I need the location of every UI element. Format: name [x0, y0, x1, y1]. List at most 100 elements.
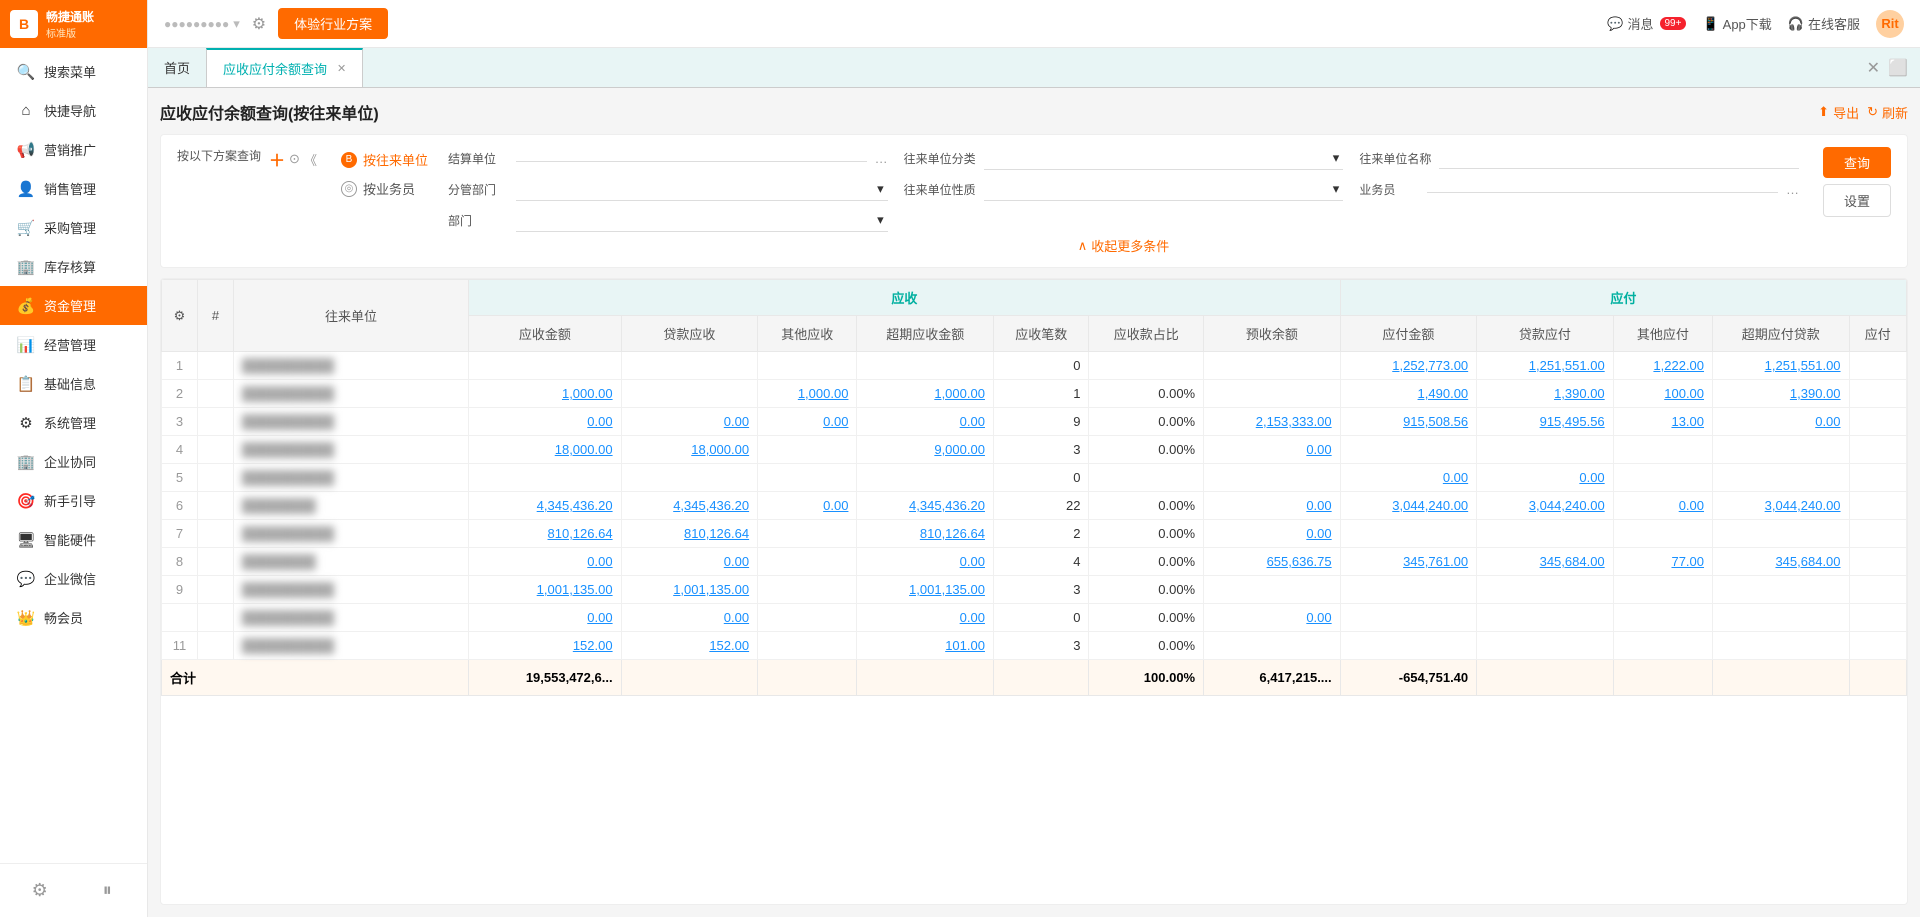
cell-loan_recv[interactable]: 152.00: [621, 632, 758, 660]
sidebar-item-wechat[interactable]: 💬企业微信: [0, 559, 147, 598]
tab-balance[interactable]: 应收应付余额查询 ✕: [206, 48, 363, 87]
cell-recv_amount[interactable]: 810,126.64: [469, 520, 621, 548]
cell-overdue_recv[interactable]: 0.00: [857, 604, 994, 632]
cell-link-other_pay[interactable]: 77.00: [1671, 554, 1704, 569]
cell-link-other_recv[interactable]: 1,000.00: [798, 386, 849, 401]
sidebar-item-finance[interactable]: 💰资金管理: [0, 286, 147, 325]
sidebar-item-marketing[interactable]: 📢营销推广: [0, 130, 147, 169]
cell-link-loan_recv[interactable]: 0.00: [724, 610, 749, 625]
gear-icon[interactable]: ⚙: [252, 14, 266, 34]
cell-recv_amount[interactable]: 0.00: [469, 604, 621, 632]
sidebar-item-hardware[interactable]: 🖥智能硬件: [0, 520, 147, 559]
unit-category-select[interactable]: ▾: [984, 147, 1344, 170]
cell-link-overdue_recv[interactable]: 0.00: [960, 554, 985, 569]
cell-link-recv_amount[interactable]: 0.00: [587, 610, 612, 625]
cell-link-loan_pay[interactable]: 1,390.00: [1554, 386, 1605, 401]
dept-manage-select[interactable]: ▾: [516, 178, 888, 201]
cell-link-other_recv[interactable]: 0.00: [823, 498, 848, 513]
cell-overdue_pay[interactable]: 1,251,551.00: [1713, 352, 1850, 380]
unit-nature-select[interactable]: ▾: [984, 178, 1344, 201]
salesman-dots[interactable]: …: [1786, 182, 1799, 197]
cell-recv_amount[interactable]: 1,001,135.00: [469, 576, 621, 604]
cell-link-loan_recv[interactable]: 810,126.64: [684, 526, 749, 541]
cell-pay_amount[interactable]: 915,508.56: [1340, 408, 1477, 436]
cell-link-recv_amount[interactable]: 1,000.00: [562, 386, 613, 401]
sidebar-item-purchase[interactable]: 🛒采购管理: [0, 208, 147, 247]
cell-loan_recv[interactable]: 1,001,135.00: [621, 576, 758, 604]
cell-other_pay[interactable]: 77.00: [1613, 548, 1712, 576]
cell-link-advance_balance[interactable]: 2,153,333.00: [1256, 414, 1332, 429]
cell-pay_amount[interactable]: 1,490.00: [1340, 380, 1477, 408]
cell-other_pay[interactable]: 13.00: [1613, 408, 1712, 436]
collapse-footer-btn[interactable]: ⏸: [78, 874, 138, 907]
filter-add-btn[interactable]: ＋: [269, 147, 285, 171]
tab-close-icon[interactable]: ✕: [337, 62, 346, 75]
cell-loan_pay[interactable]: 0.00: [1477, 464, 1614, 492]
cell-overdue_recv[interactable]: 101.00: [857, 632, 994, 660]
cell-overdue_pay[interactable]: 3,044,240.00: [1713, 492, 1850, 520]
unit-name-input[interactable]: [1439, 148, 1799, 169]
cell-loan_recv[interactable]: 0.00: [621, 548, 758, 576]
cell-loan_pay[interactable]: 345,684.00: [1477, 548, 1614, 576]
cell-other_pay[interactable]: 100.00: [1613, 380, 1712, 408]
cell-link-overdue_recv[interactable]: 810,126.64: [920, 526, 985, 541]
cell-overdue_recv[interactable]: 4,345,436.20: [857, 492, 994, 520]
cell-link-overdue_recv[interactable]: 1,001,135.00: [909, 582, 985, 597]
cell-loan_pay[interactable]: 1,251,551.00: [1477, 352, 1614, 380]
cell-link-loan_recv[interactable]: 1,001,135.00: [673, 582, 749, 597]
settings-footer-btn[interactable]: ⚙: [10, 874, 70, 907]
cta-button[interactable]: 体验行业方案: [278, 8, 388, 39]
cell-link-loan_pay[interactable]: 1,251,551.00: [1529, 358, 1605, 373]
cell-loan_recv[interactable]: 810,126.64: [621, 520, 758, 548]
sidebar-item-operation[interactable]: 📊经营管理: [0, 325, 147, 364]
cell-loan_recv[interactable]: 0.00: [621, 408, 758, 436]
dept-select[interactable]: ▾: [516, 209, 888, 232]
cell-link-recv_amount[interactable]: 4,345,436.20: [537, 498, 613, 513]
cell-link-loan_recv[interactable]: 4,345,436.20: [673, 498, 749, 513]
cell-loan_recv[interactable]: 18,000.00: [621, 436, 758, 464]
settlement-input[interactable]: [516, 155, 867, 162]
cell-link-recv_amount[interactable]: 0.00: [587, 414, 612, 429]
export-button[interactable]: ⬆ 导出: [1818, 103, 1859, 122]
cell-link-advance_balance[interactable]: 0.00: [1306, 442, 1331, 457]
cell-link-overdue_recv[interactable]: 101.00: [945, 638, 985, 653]
sidebar-item-warehouse[interactable]: 🏢库存核算: [0, 247, 147, 286]
cell-link-overdue_recv[interactable]: 4,345,436.20: [909, 498, 985, 513]
cell-loan_recv[interactable]: 0.00: [621, 604, 758, 632]
cell-link-other_pay[interactable]: 13.00: [1671, 414, 1704, 429]
cell-link-overdue_pay[interactable]: 3,044,240.00: [1765, 498, 1841, 513]
cell-link-advance_balance[interactable]: 655,636.75: [1267, 554, 1332, 569]
cell-recv_amount[interactable]: 0.00: [469, 408, 621, 436]
cell-pay_amount[interactable]: 3,044,240.00: [1340, 492, 1477, 520]
cell-link-overdue_pay[interactable]: 0.00: [1815, 414, 1840, 429]
sidebar-item-member[interactable]: 👑畅会员: [0, 598, 147, 637]
cell-overdue_recv[interactable]: 810,126.64: [857, 520, 994, 548]
tab-home[interactable]: 首页: [148, 48, 206, 87]
sidebar-item-guide[interactable]: 🎯新手引导: [0, 481, 147, 520]
sidebar-item-sales[interactable]: 👤销售管理: [0, 169, 147, 208]
cell-advance_balance[interactable]: 0.00: [1204, 520, 1341, 548]
cell-link-overdue_recv[interactable]: 0.00: [960, 414, 985, 429]
sidebar-item-quick[interactable]: ⌂快捷导航: [0, 91, 147, 130]
cell-link-loan_recv[interactable]: 18,000.00: [691, 442, 749, 457]
service-btn[interactable]: 🎧 在线客服: [1788, 14, 1860, 33]
cell-recv_amount[interactable]: 0.00: [469, 548, 621, 576]
cell-advance_balance[interactable]: 0.00: [1204, 604, 1341, 632]
cell-link-overdue_pay[interactable]: 1,251,551.00: [1765, 358, 1841, 373]
cell-link-pay_amount[interactable]: 915,508.56: [1403, 414, 1468, 429]
scheme-byunit[interactable]: B 按往来单位: [333, 147, 436, 172]
tab-close-window-icon[interactable]: ✕: [1867, 58, 1880, 78]
cell-link-overdue_pay[interactable]: 1,390.00: [1790, 386, 1841, 401]
filter-collapse-icon[interactable]: 《: [304, 150, 317, 169]
sidebar-item-system[interactable]: ⚙系统管理: [0, 403, 147, 442]
cell-recv_amount[interactable]: 18,000.00: [469, 436, 621, 464]
cell-other_recv[interactable]: 0.00: [758, 408, 857, 436]
cell-link-overdue_recv[interactable]: 9,000.00: [934, 442, 985, 457]
cell-link-recv_amount[interactable]: 1,001,135.00: [537, 582, 613, 597]
cell-link-loan_recv[interactable]: 0.00: [724, 554, 749, 569]
filter-setting-icon[interactable]: ⊙: [289, 151, 300, 167]
cell-link-pay_amount[interactable]: 1,252,773.00: [1392, 358, 1468, 373]
cell-recv_amount[interactable]: 1,000.00: [469, 380, 621, 408]
cell-link-overdue_recv[interactable]: 0.00: [960, 610, 985, 625]
cell-overdue_pay[interactable]: 345,684.00: [1713, 548, 1850, 576]
